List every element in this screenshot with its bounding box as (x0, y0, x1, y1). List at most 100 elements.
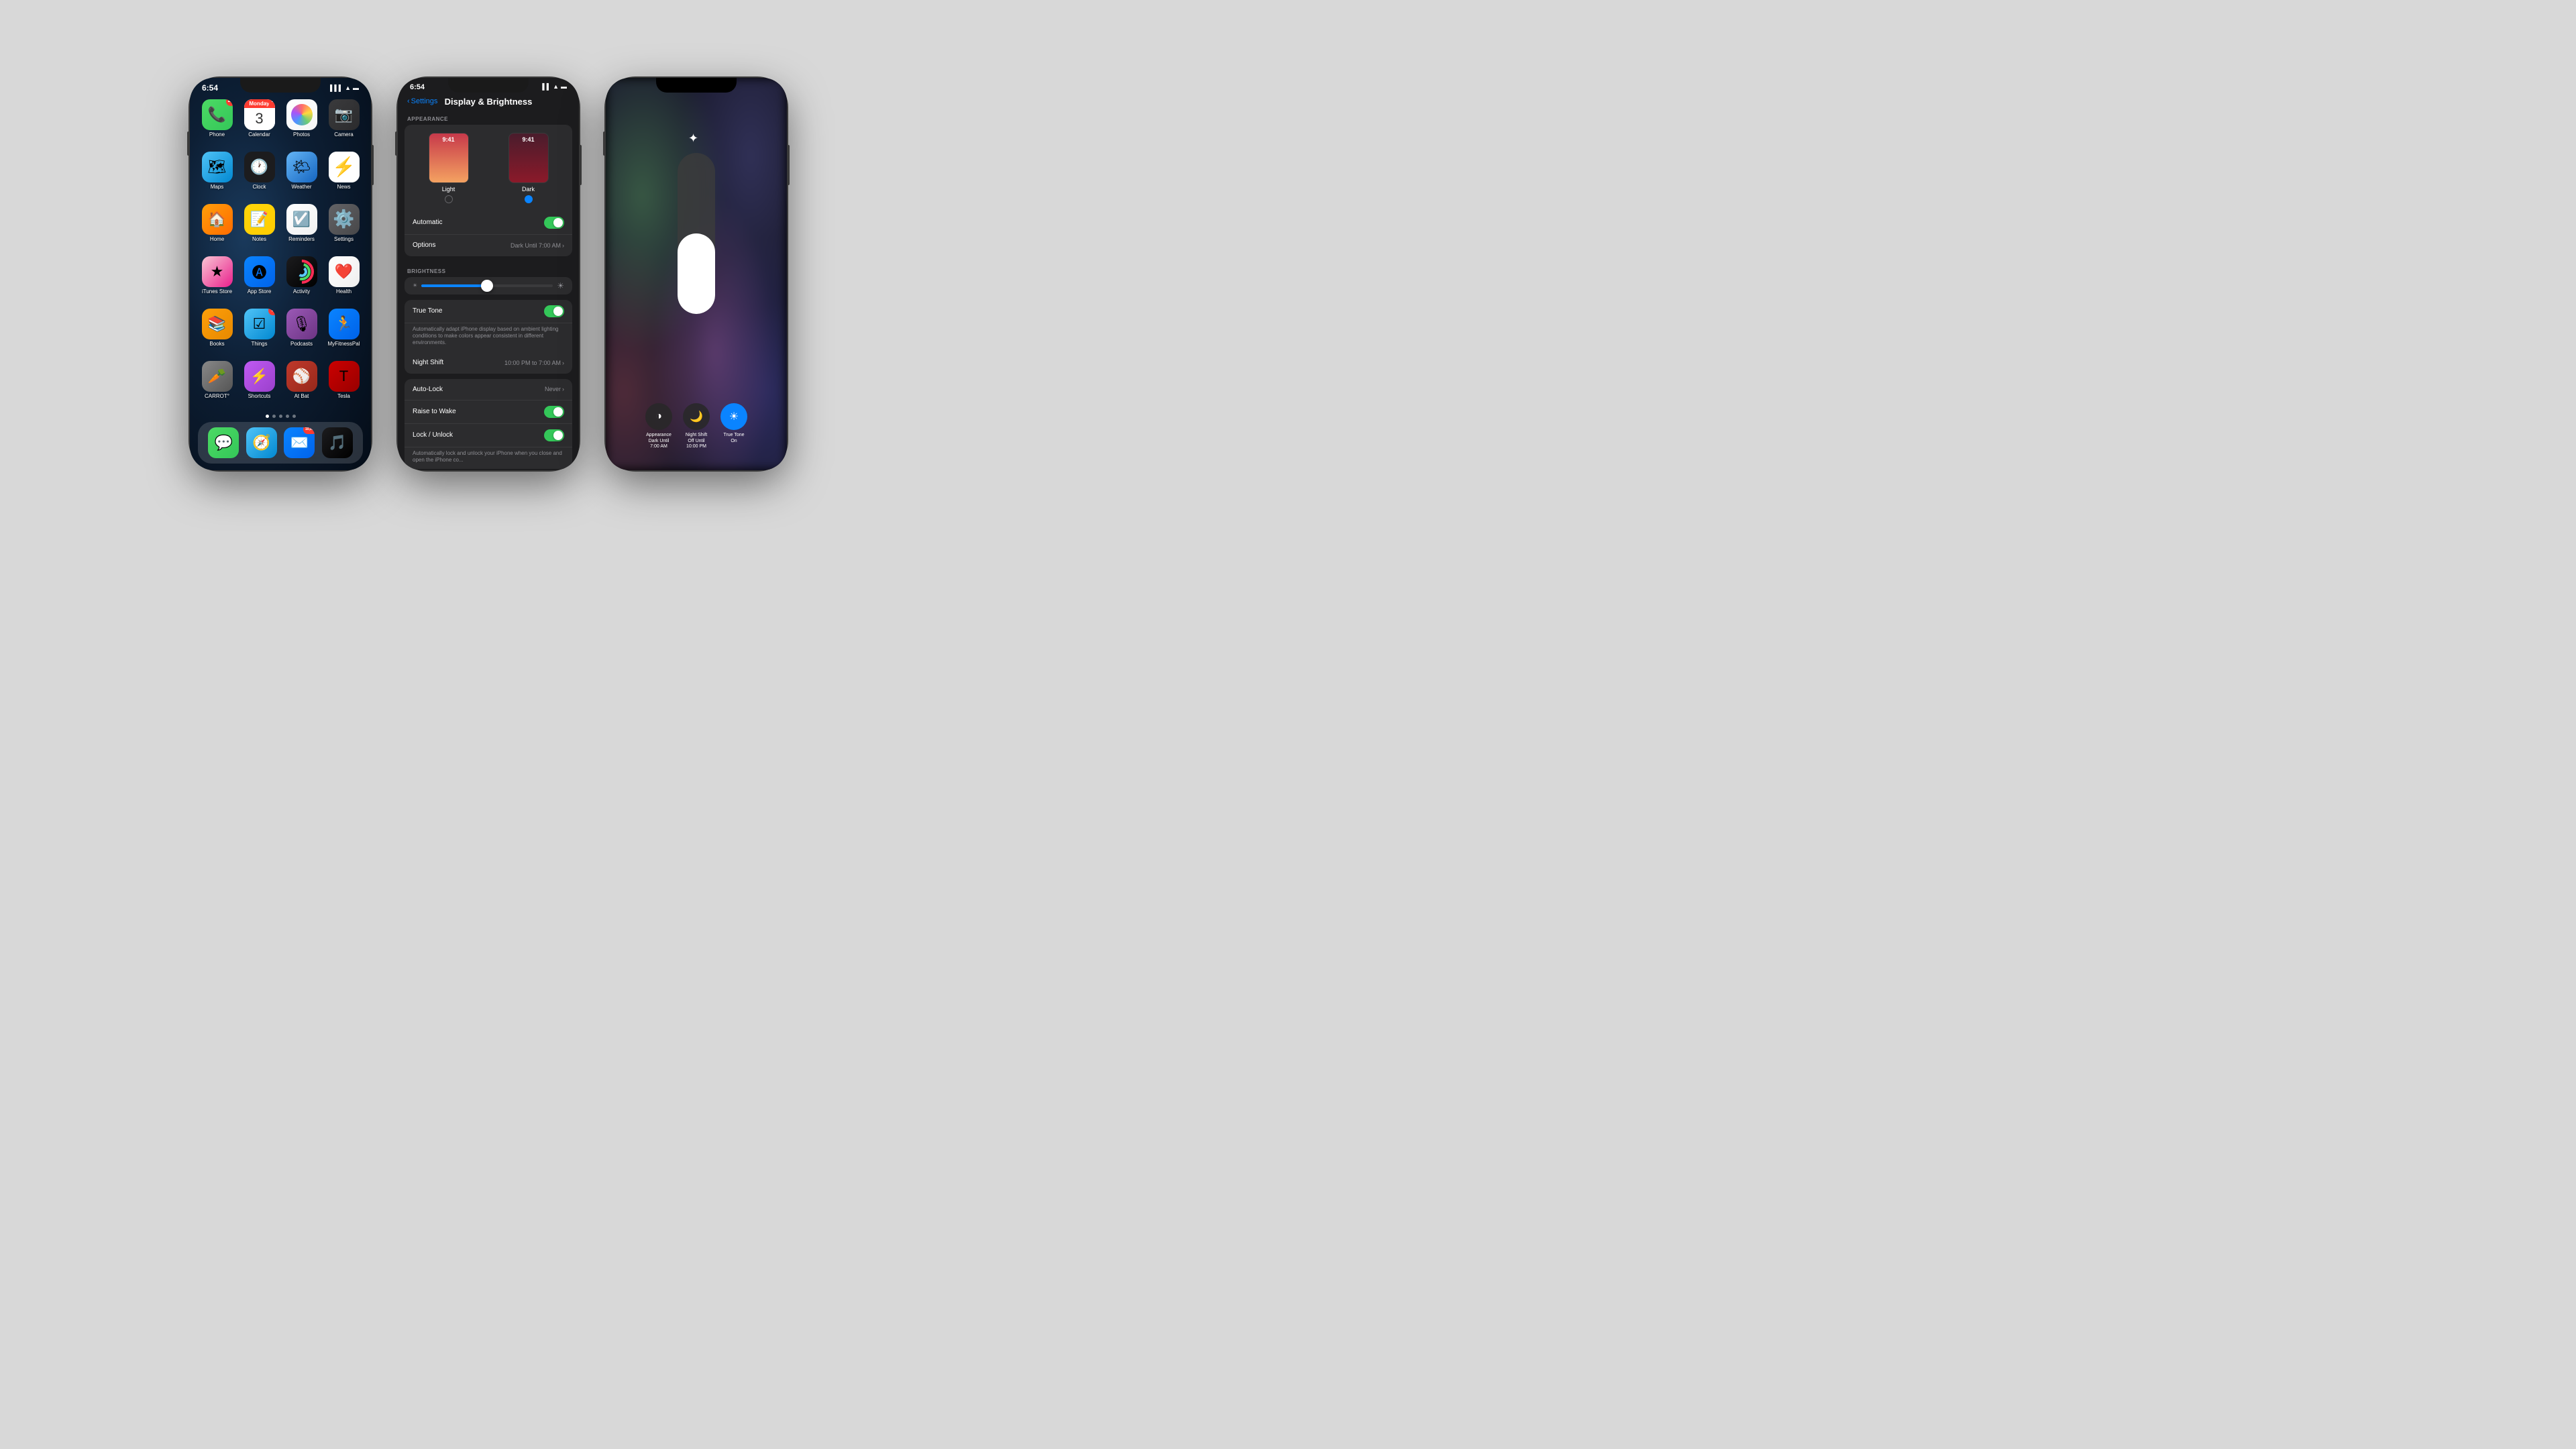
settings-back-button[interactable]: ‹ Settings (407, 97, 437, 105)
app-maps[interactable]: 🗺 Maps (199, 152, 235, 197)
cc-appearance-label: AppearanceDark Until 7:00 AM (645, 433, 672, 449)
lock-unlock-label: Lock / Unlock (413, 431, 453, 439)
night-shift-row[interactable]: Night Shift 10:00 PM to 7:00 AM › (405, 352, 572, 374)
app-phone[interactable]: 📞27 Phone (199, 99, 235, 145)
brightness-thumb[interactable] (481, 280, 493, 292)
app-health[interactable]: ❤️ Health (326, 256, 362, 302)
appearance-section-header: APPEARANCE (398, 109, 579, 125)
app-appstore-label: App Store (248, 289, 272, 295)
app-tesla[interactable]: T Tesla (326, 361, 362, 407)
lock-unlock-row: Lock / Unlock (405, 424, 572, 447)
automatic-toggle[interactable] (544, 217, 564, 229)
app-itunes-icon: ★ (202, 256, 233, 287)
settings-page-title: Display & Brightness (445, 97, 533, 107)
phone-control-center: ✦ ◑ AppearanceDark Until 7:00 AM 🌙 (606, 78, 787, 470)
app-settings[interactable]: ⚙️ Settings (326, 204, 362, 250)
app-home[interactable]: 🏠 Home (199, 204, 235, 250)
dark-mode-radio[interactable] (525, 195, 533, 203)
phone-settings-screen: 6:54 ▌▌ ▲ ▬ ‹ Settings Display & Brightn… (398, 78, 579, 470)
cc-appearance-icon: ◑ (655, 411, 662, 423)
appearance-options: 9:41 Light 9:41 Dark (405, 125, 572, 211)
app-reminders[interactable]: ☑️ Reminders (284, 204, 319, 250)
app-calendar[interactable]: Monday 3 1 Calendar (241, 99, 277, 145)
dock-music[interactable]: 🎵 (322, 427, 353, 458)
app-activity-label: Activity (293, 289, 310, 295)
app-notes[interactable]: 📝 Notes (241, 204, 277, 250)
app-camera[interactable]: 📷 Camera (326, 99, 362, 145)
cc-truetone-icon: ☀ (729, 410, 739, 423)
settings-notch (448, 78, 529, 93)
cc-truetone-circle: ☀ (720, 403, 747, 430)
cc-nightshift-btn[interactable]: 🌙 Night ShiftOff Until 10:00 PM (683, 403, 710, 449)
raise-to-wake-toggle[interactable] (544, 406, 564, 418)
app-appstore[interactable]: 🅐 App Store (241, 256, 277, 302)
app-mfp[interactable]: 🏃 MyFitnessPal (326, 309, 362, 354)
brightness-vertical-slider[interactable] (678, 153, 715, 314)
app-activity[interactable]: Activity (284, 256, 319, 302)
app-photos[interactable]: Photos (284, 99, 319, 145)
brightness-track[interactable] (421, 284, 553, 287)
battery-icon: ▬ (353, 85, 359, 91)
control-center: ✦ ◑ AppearanceDark Until 7:00 AM 🌙 (606, 78, 787, 470)
raise-to-wake-row: Raise to Wake (405, 400, 572, 424)
cc-appearance-btn[interactable]: ◑ AppearanceDark Until 7:00 AM (645, 403, 672, 449)
app-mfp-label: MyFitnessPal (327, 341, 360, 347)
light-mode-option[interactable]: 9:41 Light (429, 133, 469, 203)
app-phone-icon: 📞27 (202, 99, 233, 130)
auto-lock-row[interactable]: Auto-Lock Never › (405, 379, 572, 400)
raise-to-wake-label: Raise to Wake (413, 408, 456, 415)
app-weather[interactable]: 🌤 Weather (284, 152, 319, 197)
app-reminders-icon: ☑️ (286, 204, 317, 235)
app-shortcuts-label: Shortcuts (248, 394, 271, 400)
app-reminders-label: Reminders (288, 237, 315, 243)
dock-messages-icon: 💬 (208, 427, 239, 458)
app-podcasts[interactable]: 🎙 Podcasts (284, 309, 319, 354)
cc-truetone-btn[interactable]: ☀ True ToneOn (720, 403, 747, 449)
app-tesla-icon: T (329, 361, 360, 392)
app-news[interactable]: ⚡ News (326, 152, 362, 197)
app-phone-label: Phone (209, 132, 225, 138)
appearance-card: 9:41 Light 9:41 Dark (405, 125, 572, 256)
app-news-label: News (337, 184, 350, 191)
lock-unlock-description: Automatically lock and unlock your iPhon… (405, 447, 572, 470)
options-label: Options (413, 241, 435, 249)
options-row[interactable]: Options Dark Until 7:00 AM › (405, 235, 572, 256)
app-things[interactable]: ☑1 Things (241, 309, 277, 354)
dot-3 (279, 415, 282, 418)
app-clock-label: Clock (252, 184, 266, 191)
app-shortcuts[interactable]: ⚡ Shortcuts (241, 361, 277, 407)
lock-unlock-toggle[interactable] (544, 429, 564, 441)
app-itunes[interactable]: ★ iTunes Store (199, 256, 235, 302)
light-mode-radio[interactable] (445, 195, 453, 203)
app-shortcuts-icon: ⚡ (244, 361, 275, 392)
brightness-low-icon: ☀ (413, 282, 417, 288)
settings-nav: ‹ Settings Display & Brightness (398, 94, 579, 109)
app-grid: 📞27 Phone Monday 3 1 Calendar Phot (190, 95, 371, 411)
dock-messages[interactable]: 💬 (208, 427, 239, 458)
cc-notch (656, 78, 737, 93)
dock-mail[interactable]: ✉️10,510 (284, 427, 315, 458)
lock-card: Auto-Lock Never › Raise to Wake Lock / U… (405, 379, 572, 470)
dock-safari[interactable]: 🧭 (246, 427, 277, 458)
app-maps-label: Maps (211, 184, 224, 191)
true-tone-toggle[interactable] (544, 305, 564, 317)
app-carrot[interactable]: 🥕 CARROT° (199, 361, 235, 407)
app-home-label: Home (210, 237, 224, 243)
app-podcasts-label: Podcasts (290, 341, 313, 347)
app-appstore-icon: 🅐 (244, 256, 275, 287)
app-books[interactable]: 📚 Books (199, 309, 235, 354)
app-atbat-icon: ⚾ (286, 361, 317, 392)
app-clock[interactable]: 🕐 Clock (241, 152, 277, 197)
dark-mode-option[interactable]: 9:41 Dark (508, 133, 549, 203)
signal-icon: ▌▌▌ (330, 85, 343, 91)
status-time: 6:54 (202, 83, 218, 93)
light-mode-label: Light (442, 186, 455, 193)
app-carrot-icon: 🥕 (202, 361, 233, 392)
light-preview-time: 9:41 (429, 136, 468, 143)
app-atbat[interactable]: ⚾ At Bat (284, 361, 319, 407)
app-photos-label: Photos (293, 132, 310, 138)
dock-safari-icon: 🧭 (246, 427, 277, 458)
app-clock-icon: 🕐 (244, 152, 275, 182)
phone-home: 6:54 ▌▌▌ ▲ ▬ 📞27 Phone Monday (190, 78, 371, 470)
app-settings-icon: ⚙️ (329, 204, 360, 235)
